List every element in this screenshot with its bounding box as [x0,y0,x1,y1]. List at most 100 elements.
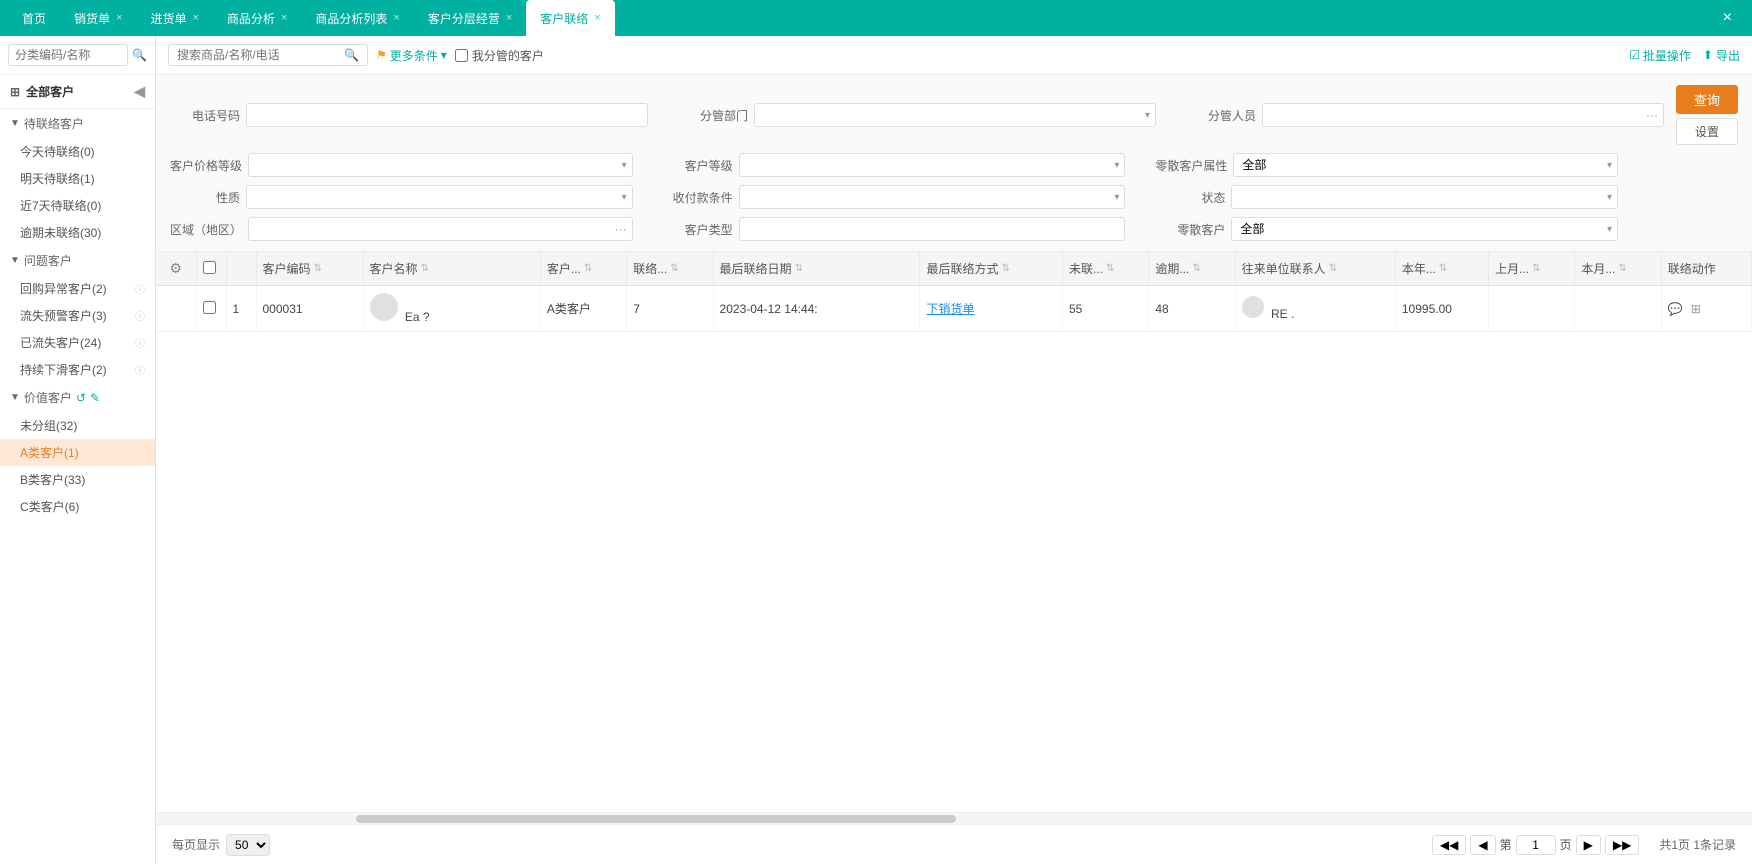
row-checkbox[interactable] [203,301,216,314]
sidebar-item-7day-pending[interactable]: 近7天待联络(0) [0,192,155,219]
my-customers-checkbox-label[interactable]: 我分管的客户 [455,47,544,64]
td-checkbox[interactable] [196,286,226,332]
settings-gear-icon[interactable]: ⚙ [162,260,190,277]
last-page-btn[interactable]: ▶▶ [1605,835,1639,855]
staff-input[interactable] [1262,103,1664,127]
sidebar-section-value[interactable]: ▼ 价值客户 ↺ ✎ [0,383,155,412]
close-product-list-icon[interactable]: × [393,12,399,24]
filter-search-input[interactable] [177,48,344,62]
next-page-btn[interactable]: ▶ [1576,835,1601,855]
collapse-sidebar-icon[interactable]: ◀ [134,83,145,100]
sidebar-item-overdue-contact[interactable]: 逾期未联络(30) [0,219,155,246]
refresh-icon[interactable]: ↺ [76,391,86,405]
sidebar-section-pending[interactable]: ▼ 待联络客户 [0,109,155,138]
th-this-year[interactable]: 本年... ⇅ [1395,252,1488,286]
query-button[interactable]: 查询 [1676,85,1738,114]
prev-page-btn[interactable]: ◀ [1470,835,1495,855]
sidebar-item-class-a[interactable]: A类客户(1) [0,439,155,466]
th-code[interactable]: 客户编码 ⇅ [256,252,363,286]
close-product-analysis-icon[interactable]: × [281,12,287,24]
td-actions: 💬 ⊞ [1661,286,1751,332]
nav-product-analysis[interactable]: 商品分析 × [213,0,301,36]
chat-action-icon[interactable]: 💬 [1668,302,1683,316]
price-level-select[interactable] [248,153,633,177]
th-checkbox[interactable] [196,252,226,286]
my-customers-checkbox[interactable] [455,49,468,62]
sidebar-item-today-pending[interactable]: 今天待联络(0) [0,138,155,165]
grid-action-icon[interactable]: ⊞ [1691,302,1701,316]
nature-select[interactable] [246,185,633,209]
th-contact[interactable]: 联络... ⇅ [627,252,713,286]
close-customer-mgmt-icon[interactable]: × [506,12,512,24]
page-size-select[interactable]: 50 [226,834,270,856]
page-number-input[interactable] [1516,835,1556,855]
sidebar-item-repurchase-abnormal[interactable]: 回购异常客户(2) ⓘ [0,275,155,302]
export-btn[interactable]: ⬆ 导出 [1703,47,1740,64]
td-last-contact-way[interactable]: 下销货单 [920,286,1063,332]
customer-level-select[interactable] [739,153,1126,177]
sort-way-icon: ⇅ [1002,263,1010,274]
td-last-contact-date: 2023-04-12 14:44: [713,286,920,332]
close-customer-contact-icon[interactable]: × [594,12,600,24]
table-area: ⚙ 客户编码 ⇅ [156,252,1752,812]
close-all-tabs-icon[interactable]: × [1711,9,1744,27]
th-this-month[interactable]: 本月... ⇅ [1575,252,1661,286]
filter-cell-dept: 分管部门 ▾ [678,103,1156,127]
horizontal-scrollbar[interactable] [156,812,1752,824]
retail-attr-label: 零散客户属性 [1155,157,1227,174]
settings-button[interactable]: 设置 [1676,118,1738,145]
pagination-bar: 每页显示 50 ◀◀ ◀ 第 页 ▶ ▶▶ 共1页 1条记录 [156,824,1752,864]
price-level-label: 客户价格等级 [170,157,242,174]
sidebar-item-class-b[interactable]: B类客户(33) [0,466,155,493]
phone-input[interactable] [246,103,648,127]
sidebar-item-class-c[interactable]: C类客户(6) [0,493,155,520]
info-icon4: ⓘ [135,362,145,377]
payment-select[interactable] [739,185,1126,209]
sidebar-search-input[interactable] [8,44,128,66]
retail-select[interactable]: 全部 [1231,217,1618,241]
dept-select[interactable] [754,103,1156,127]
th-name[interactable]: 客户名称 ⇅ [363,252,540,286]
close-sales-icon[interactable]: × [116,12,122,24]
customer-type-input[interactable] [739,217,1126,241]
sidebar-search-icon[interactable]: 🔍 [132,48,147,62]
sidebar-item-ungrouped[interactable]: 未分组(32) [0,412,155,439]
area-input-wrapper: ··· [248,217,633,241]
select-all-checkbox[interactable] [203,261,216,274]
sidebar-item-tomorrow-pending[interactable]: 明天待联络(1) [0,165,155,192]
sidebar-section-problem[interactable]: ▼ 问题客户 [0,246,155,275]
export-icon: ⬆ [1703,48,1713,62]
nav-sales[interactable]: 销货单 × [60,0,136,36]
th-settings[interactable]: ⚙ [156,252,196,286]
nav-home[interactable]: 首页 [8,0,60,36]
area-input[interactable] [248,217,633,241]
sidebar-item-churn-warning[interactable]: 流失预警客户(3) ⓘ [0,302,155,329]
nav-customer-contact[interactable]: 客户联络 × [526,0,614,36]
payment-label: 收付款条件 [663,189,733,206]
edit-icon[interactable]: ✎ [90,391,100,405]
th-last-contact-way[interactable]: 最后联络方式 ⇅ [920,252,1063,286]
first-page-btn[interactable]: ◀◀ [1432,835,1466,855]
batch-operation-btn[interactable]: ☑ 批量操作 [1629,47,1691,64]
retail-attr-select[interactable]: 全部 [1233,153,1618,177]
status-select[interactable] [1231,185,1618,209]
th-no-contact[interactable]: 未联... ⇅ [1062,252,1148,286]
th-company-contact[interactable]: 往来单位联系人 ⇅ [1235,252,1395,286]
nav-product-analysis-list[interactable]: 商品分析列表 × [301,0,413,36]
scrollbar-thumb[interactable] [356,815,956,823]
more-conditions-btn[interactable]: ⚑ 更多条件 ▾ [376,47,447,64]
nav-purchase[interactable]: 进货单 × [136,0,212,36]
retail-select-wrapper: 全部 ▾ [1231,217,1618,241]
close-purchase-icon[interactable]: × [192,12,198,24]
th-last-month[interactable]: 上月... ⇅ [1489,252,1575,286]
th-overdue[interactable]: 逾期... ⇅ [1149,252,1235,286]
contact-way-link[interactable]: 下销货单 [926,302,974,316]
th-last-contact-date[interactable]: 最后联络日期 ⇅ [713,252,920,286]
nav-customer-mgmt[interactable]: 客户分层经营 × [414,0,526,36]
sidebar-item-declining[interactable]: 持续下滑客户(2) ⓘ [0,356,155,383]
sidebar-item-churned[interactable]: 已流失客户(24) ⓘ [0,329,155,356]
th-type[interactable]: 客户... ⇅ [540,252,626,286]
filter-search-icon[interactable]: 🔍 [344,48,359,62]
advanced-filter: 电话号码 分管部门 ▾ 分管人员 ··· [156,75,1752,252]
filter-cell-price-level: 客户价格等级 ▾ [170,153,633,177]
